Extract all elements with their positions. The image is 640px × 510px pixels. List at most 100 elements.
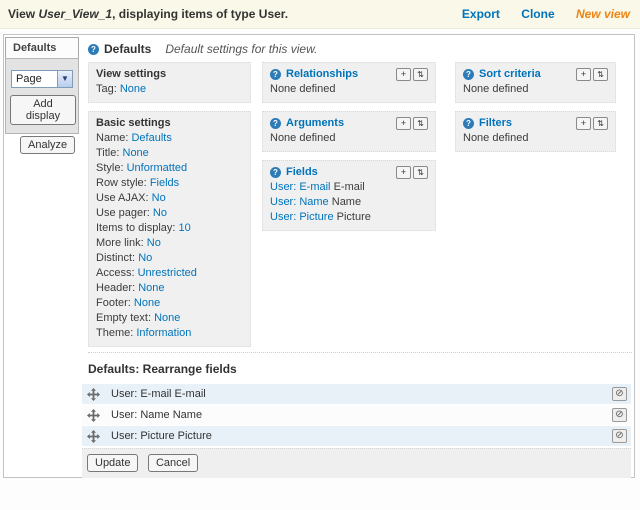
drag-handle-icon[interactable] <box>87 429 100 443</box>
setting-row: Use AJAX: No <box>96 191 243 206</box>
view-summary-suffix: , displaying items of type User. <box>112 7 289 21</box>
setting-value-link[interactable]: Fields <box>150 177 179 189</box>
sort-criteria-link[interactable]: Sort criteria <box>479 67 541 82</box>
setting-value-link[interactable]: No <box>138 252 152 264</box>
setting-label: Empty text: <box>96 312 152 324</box>
setting-row: Tag: None <box>96 82 243 97</box>
view-action-links: Export Clone New view <box>444 0 630 29</box>
new-view-link[interactable]: New view <box>576 7 630 21</box>
setting-label: Items to display: <box>96 222 176 234</box>
add-argument-button[interactable]: + <box>396 117 411 130</box>
view-name: User_View_1 <box>38 7 113 21</box>
setting-row: Items to display: 10 <box>96 221 243 236</box>
field-row: User: Picture Picture <box>270 210 428 225</box>
rearrange-row-label: User: E-mail E-mail <box>111 388 206 400</box>
rearrange-filters-button[interactable]: ⇅ <box>593 117 608 130</box>
section-divider <box>88 352 632 353</box>
setting-value-link[interactable]: No <box>152 192 166 204</box>
rearrange-relationships-button[interactable]: ⇅ <box>413 68 428 81</box>
relationships-link[interactable]: Relationships <box>286 67 358 82</box>
view-settings-title: View settings <box>96 68 167 80</box>
setting-value-link[interactable]: No <box>153 207 167 219</box>
add-sort-button[interactable]: + <box>576 68 591 81</box>
form-actions: Update Cancel <box>82 448 631 478</box>
setting-row: Style: Unformatted <box>96 161 243 176</box>
content-header: ? Defaults Default settings for this view. <box>88 42 317 56</box>
setting-value-link[interactable]: No <box>147 237 161 249</box>
setting-value-link[interactable]: Unrestricted <box>138 267 197 279</box>
setting-row: Title: None <box>96 146 243 161</box>
clone-link[interactable]: Clone <box>521 7 554 21</box>
setting-value-link[interactable]: None <box>138 282 164 294</box>
setting-row: Theme: Information <box>96 326 243 341</box>
add-display-button[interactable]: Add display <box>10 95 76 125</box>
add-filter-button[interactable]: + <box>576 117 591 130</box>
setting-label: More link: <box>96 237 144 249</box>
setting-row: Header: None <box>96 281 243 296</box>
setting-row: Row style: Fields <box>96 176 243 191</box>
relationships-box: ? Relationships + ⇅ None defined <box>262 62 436 103</box>
tab-defaults[interactable]: Defaults <box>5 37 79 58</box>
setting-row: Footer: None <box>96 296 243 311</box>
field-label: E-mail <box>330 181 365 193</box>
setting-value-link[interactable]: None <box>134 297 160 309</box>
sort-criteria-empty: None defined <box>463 83 529 95</box>
field-link[interactable]: User: E-mail <box>270 181 331 193</box>
cancel-button[interactable]: Cancel <box>147 454 199 472</box>
fields-link[interactable]: Fields <box>286 165 318 180</box>
view-summary-prefix: View <box>8 7 39 21</box>
display-type-select[interactable]: Page ▼ <box>11 70 73 88</box>
remove-field-icon[interactable]: ⊘ <box>612 429 627 443</box>
rearrange-arguments-button[interactable]: ⇅ <box>413 117 428 130</box>
setting-label: Use pager: <box>96 207 150 219</box>
display-type-select-value: Page <box>16 73 42 85</box>
setting-label: Tag: <box>96 83 117 95</box>
rearrange-sorts-button[interactable]: ⇅ <box>593 68 608 81</box>
setting-row: Empty text: None <box>96 311 243 326</box>
column-basic: View settings Tag: None Basic settings N… <box>88 62 251 355</box>
setting-value-link[interactable]: Defaults <box>131 132 171 144</box>
remove-field-icon[interactable]: ⊘ <box>612 387 627 401</box>
update-button[interactable]: Update <box>87 454 139 472</box>
setting-label: Row style: <box>96 177 147 189</box>
rearrange-row-label: User: Picture Picture <box>111 430 212 442</box>
fields-box: ? Fields + ⇅ User: E-mail E-mail User: N… <box>262 160 436 231</box>
help-icon[interactable]: ? <box>88 44 99 55</box>
field-row: User: E-mail E-mail <box>270 180 428 195</box>
sort-criteria-box: ? Sort criteria + ⇅ None defined <box>455 62 616 103</box>
help-icon[interactable]: ? <box>463 69 474 80</box>
view-summary: View User_View_1, displaying items of ty… <box>8 0 288 29</box>
setting-label: Style: <box>96 162 124 174</box>
column-middle: ? Relationships + ⇅ None defined ? Argum… <box>262 62 436 239</box>
help-icon[interactable]: ? <box>270 167 281 178</box>
filters-link[interactable]: Filters <box>479 116 512 131</box>
add-field-button[interactable]: + <box>396 166 411 179</box>
setting-row: Distinct: No <box>96 251 243 266</box>
field-row: User: Name Name <box>270 195 428 210</box>
setting-value-link[interactable]: None <box>123 147 149 159</box>
remove-field-icon[interactable]: ⊘ <box>612 408 627 422</box>
chevron-down-icon: ▼ <box>57 71 72 87</box>
arguments-link[interactable]: Arguments <box>286 116 344 131</box>
rearrange-row: User: Picture Picture ⊘ <box>82 426 631 447</box>
analyze-button[interactable]: Analyze <box>20 136 76 154</box>
setting-row: Name: Defaults <box>96 131 243 146</box>
setting-row: Use pager: No <box>96 206 243 221</box>
arguments-box: ? Arguments + ⇅ None defined <box>262 111 436 152</box>
setting-value-link[interactable]: 10 <box>179 222 191 234</box>
drag-handle-icon[interactable] <box>87 387 100 401</box>
setting-value-link[interactable]: None <box>154 312 180 324</box>
rearrange-fields-button[interactable]: ⇅ <box>413 166 428 179</box>
field-link[interactable]: User: Picture <box>270 211 334 223</box>
field-link[interactable]: User: Name <box>270 196 329 208</box>
help-icon[interactable]: ? <box>270 69 281 80</box>
add-relationship-button[interactable]: + <box>396 68 411 81</box>
content-title: Defaults <box>104 42 152 56</box>
help-icon[interactable]: ? <box>463 118 474 129</box>
export-link[interactable]: Export <box>462 7 500 21</box>
help-icon[interactable]: ? <box>270 118 281 129</box>
setting-value-link[interactable]: Unformatted <box>127 162 188 174</box>
setting-value-link[interactable]: None <box>120 83 146 95</box>
setting-value-link[interactable]: Information <box>136 327 191 339</box>
drag-handle-icon[interactable] <box>87 408 100 422</box>
